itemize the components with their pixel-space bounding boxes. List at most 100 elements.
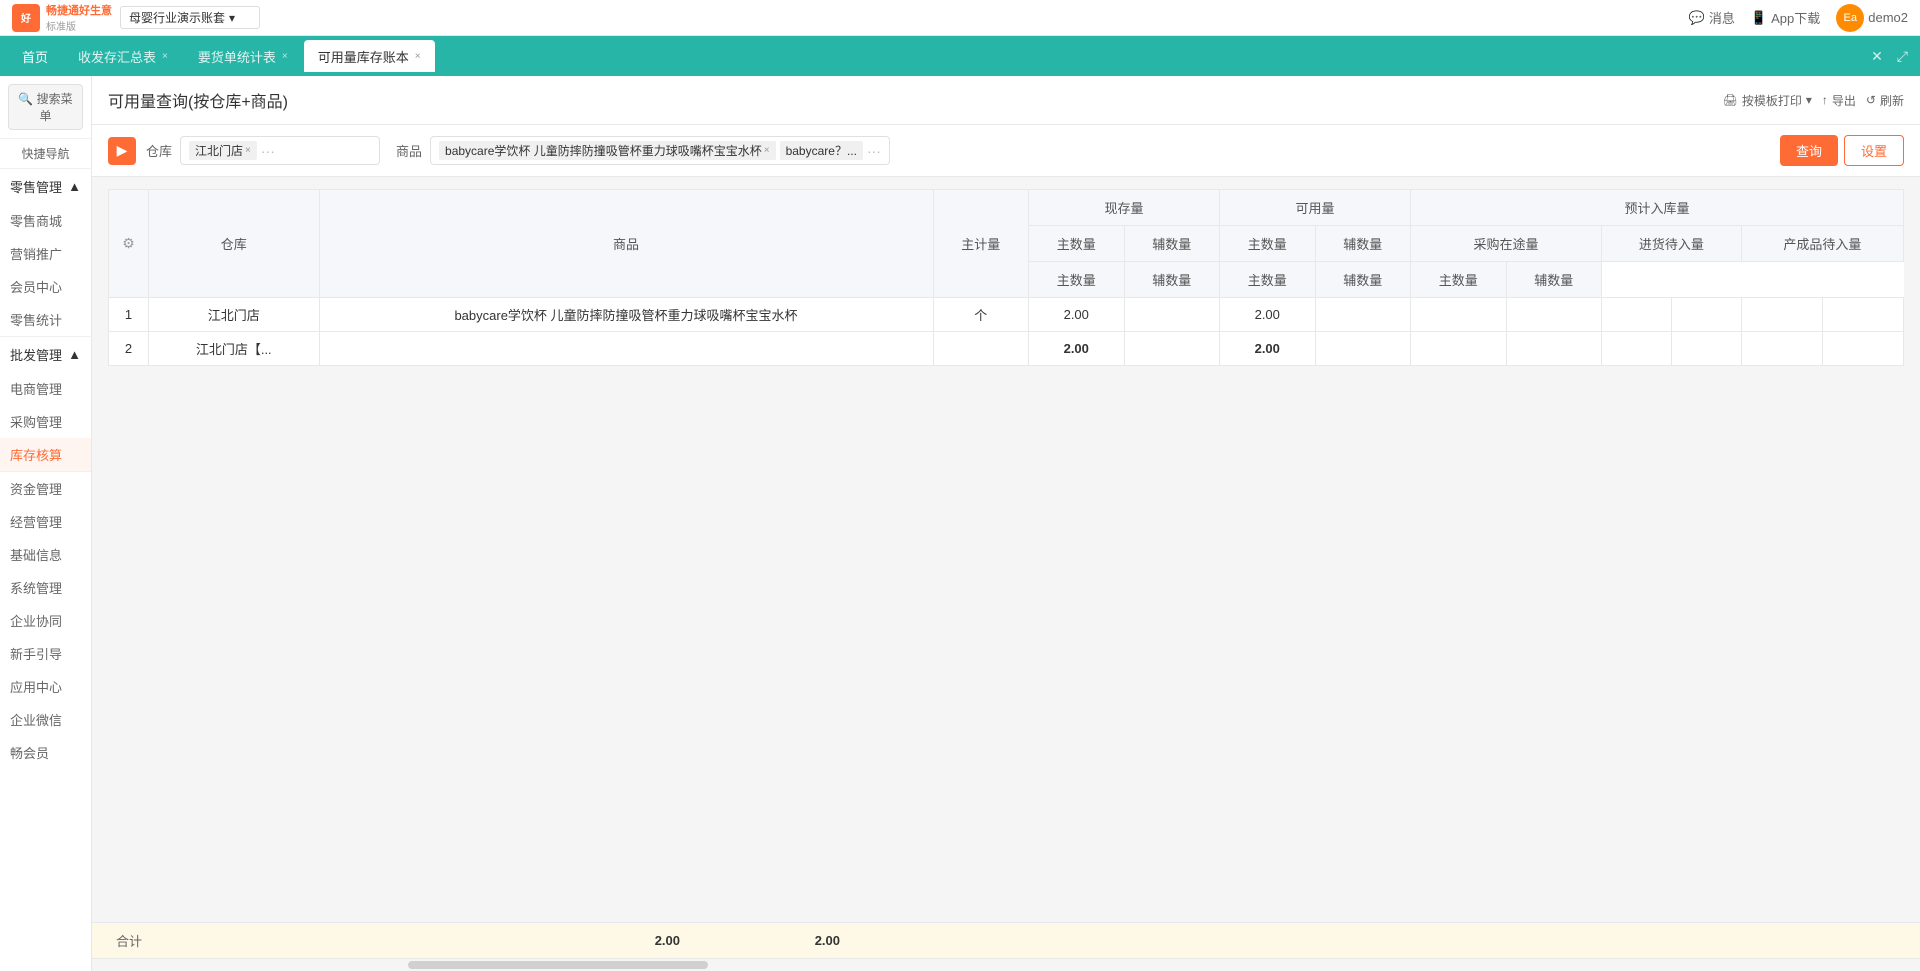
row-stock-main-1: 2.00	[1029, 298, 1125, 332]
sidebar-item-app-center[interactable]: 应用中心	[0, 670, 91, 703]
row-unit-2	[933, 332, 1029, 366]
product-field: 商品 babycare学饮杯 儿童防摔防撞吸管杯重力球吸嘴杯宝宝水杯 × bab…	[396, 136, 890, 165]
sidebar-search-section: 🔍 搜索菜单	[0, 76, 91, 139]
tab-home-label: 首页	[22, 47, 48, 66]
top-bar-right: 💬 消息 📱 App下载 Ea demo2	[1689, 4, 1908, 32]
expand-btn[interactable]: ⤢	[1893, 46, 1912, 67]
row-avail-aux-2	[1315, 332, 1411, 366]
tab-inventory-close[interactable]: ×	[415, 51, 421, 62]
th-stock-main: 主数量	[1029, 226, 1125, 262]
sidebar-item-inventory[interactable]: 库存核算	[0, 438, 91, 471]
logo-icon: 好	[12, 4, 40, 32]
export-btn[interactable]: ↑ 导出	[1822, 92, 1856, 109]
row-warehouse-1: 江北门店	[149, 298, 320, 332]
tab-inventory[interactable]: 可用量库存账本 ×	[304, 40, 435, 72]
top-bar-left: 好 畅捷通好生意 标准版 母婴行业演示账套 ▾	[12, 2, 260, 33]
sidebar-item-new-guide[interactable]: 新手引导	[0, 637, 91, 670]
th-stock-group: 现存量	[1029, 190, 1220, 226]
row-pt-aux-1	[1506, 298, 1602, 332]
sidebar-item-retail-mall[interactable]: 零售商城	[0, 204, 91, 237]
search-menu-btn[interactable]: 🔍 搜索菜单	[8, 84, 83, 130]
th-expected-group: 预计入库量	[1411, 190, 1904, 226]
th-production-pending: 产成品待入量	[1741, 226, 1903, 262]
page-header: 可用量查询(按仓库+商品) 🖨 按模板打印 ▾ ↑ 导出 ↺ 刷新	[92, 76, 1920, 125]
sidebar-item-purchase[interactable]: 采购管理	[0, 405, 91, 438]
th-incoming-pending: 进货待入量	[1602, 226, 1742, 262]
account-selector[interactable]: 母婴行业演示账套 ▾	[120, 6, 260, 29]
th-ip-aux: 辅数量	[1315, 262, 1411, 298]
app-download-btn[interactable]: 📱 App下载	[1751, 8, 1820, 27]
th-settings[interactable]: ⚙	[109, 190, 149, 298]
sidebar-item-retail-stat[interactable]: 零售统计	[0, 303, 91, 336]
tab-order[interactable]: 要货单统计表 ×	[184, 40, 302, 72]
settings-icon: ⚙	[122, 235, 135, 251]
th-unit: 主计量	[933, 190, 1029, 298]
tab-receipt[interactable]: 收发存汇总表 ×	[64, 40, 182, 72]
scrollbar-area	[92, 959, 1920, 971]
th-available-main: 主数量	[1220, 226, 1316, 262]
row-num-1: 1	[109, 298, 149, 332]
page-actions: 🖨 按模板打印 ▾ ↑ 导出 ↺ 刷新	[1723, 92, 1904, 109]
sidebar-section-zero-retail: 零售管理 ▲ 零售商城 营销推广 会员中心 零售统计	[0, 169, 91, 337]
row-ip-aux-1	[1671, 298, 1741, 332]
table-header-row-1: ⚙ 仓库 商品 主计量 现存量 可用量 预计入库量	[109, 190, 1904, 226]
sidebar-item-corp-collab[interactable]: 企业协同	[0, 604, 91, 637]
sidebar-item-retail-promo[interactable]: 营销推广	[0, 237, 91, 270]
warehouse-more-icon[interactable]: ···	[261, 143, 275, 159]
sidebar-section-zero-retail-header[interactable]: 零售管理 ▲	[0, 169, 91, 204]
th-pp-main: 主数量	[1411, 262, 1507, 298]
refresh-btn[interactable]: ↺ 刷新	[1866, 92, 1904, 109]
refresh-icon: ↺	[1866, 93, 1876, 107]
row-avail-main-2: 2.00	[1220, 332, 1316, 366]
row-avail-main-1: 2.00	[1220, 298, 1316, 332]
scrollbar-thumb[interactable]	[408, 961, 708, 969]
search-fields: 仓库 江北门店 × ··· 商品 babycare学饮杯 儿童防摔防撞吸管杯重力…	[146, 136, 1770, 165]
row-pt-main-1	[1411, 298, 1507, 332]
message-btn[interactable]: 💬 消息	[1689, 8, 1735, 27]
table-row: 1 江北门店 babycare学饮杯 儿童防摔防撞吸管杯重力球吸嘴杯宝宝水杯 个…	[109, 298, 1904, 332]
product-more-icon[interactable]: ···	[867, 143, 881, 159]
close-window-btn[interactable]: ✕	[1867, 46, 1887, 67]
product-tag-1-close[interactable]: ×	[764, 145, 770, 156]
row-warehouse-2: 江北门店【...	[149, 332, 320, 366]
sidebar-item-retail-member[interactable]: 会员中心	[0, 270, 91, 303]
warehouse-input[interactable]: 江北门店 × ···	[180, 136, 380, 165]
th-stock-aux: 辅数量	[1124, 226, 1220, 262]
sidebar-section-wholesale-header[interactable]: 批发管理 ▲	[0, 337, 91, 372]
chevron-down-icon: ▾	[229, 11, 235, 25]
th-pp-aux: 辅数量	[1506, 262, 1602, 298]
sidebar-item-biz[interactable]: 经营管理	[0, 505, 91, 538]
total-label: 合计	[108, 931, 238, 950]
tab-receipt-close[interactable]: ×	[162, 51, 168, 62]
row-ip-main-1	[1602, 298, 1672, 332]
sidebar-item-finance[interactable]: 资金管理	[0, 472, 91, 505]
row-unit-1: 个	[933, 298, 1029, 332]
warehouse-tag-close[interactable]: ×	[245, 145, 251, 156]
row-pt-aux-2	[1506, 332, 1602, 366]
tab-order-close[interactable]: ×	[282, 51, 288, 62]
sidebar-item-sys[interactable]: 系统管理	[0, 571, 91, 604]
product-input[interactable]: babycare学饮杯 儿童防摔防撞吸管杯重力球吸嘴杯宝宝水杯 × babyca…	[430, 136, 890, 165]
warehouse-field: 仓库 江北门店 × ···	[146, 136, 380, 165]
search-expand-btn[interactable]: ▶	[108, 137, 136, 165]
th-warehouse: 仓库	[149, 190, 320, 298]
product-label: 商品	[396, 141, 422, 160]
print-btn[interactable]: 🖨 按模板打印 ▾	[1723, 92, 1812, 109]
quick-nav-btn[interactable]: 快捷导航	[0, 139, 91, 169]
top-bar: 好 畅捷通好生意 标准版 母婴行业演示账套 ▾ 💬 消息 📱 App下载 Ea …	[0, 0, 1920, 36]
sidebar-item-corp-wechat[interactable]: 企业微信	[0, 703, 91, 736]
sidebar-item-member[interactable]: 畅会员	[0, 736, 91, 769]
query-button[interactable]: 查询	[1780, 135, 1838, 166]
setting-button[interactable]: 设置	[1844, 135, 1904, 166]
row-pp-main-1	[1741, 298, 1822, 332]
sidebar-item-basic[interactable]: 基础信息	[0, 538, 91, 571]
tab-home[interactable]: 首页	[8, 40, 62, 72]
sidebar-item-ecommerce[interactable]: 电商管理	[0, 372, 91, 405]
user-menu[interactable]: Ea demo2	[1836, 4, 1908, 32]
total-bar: 合计 2.00 2.00	[92, 923, 1920, 959]
row-num-2: 2	[109, 332, 149, 366]
row-stock-main-2: 2.00	[1029, 332, 1125, 366]
th-ip-main: 主数量	[1220, 262, 1316, 298]
table-area: ⚙ 仓库 商品 主计量 现存量 可用量 预计入库量 主数量 辅数量 主数量 辅数…	[92, 177, 1920, 922]
chevron-print-icon: ▾	[1806, 93, 1812, 107]
